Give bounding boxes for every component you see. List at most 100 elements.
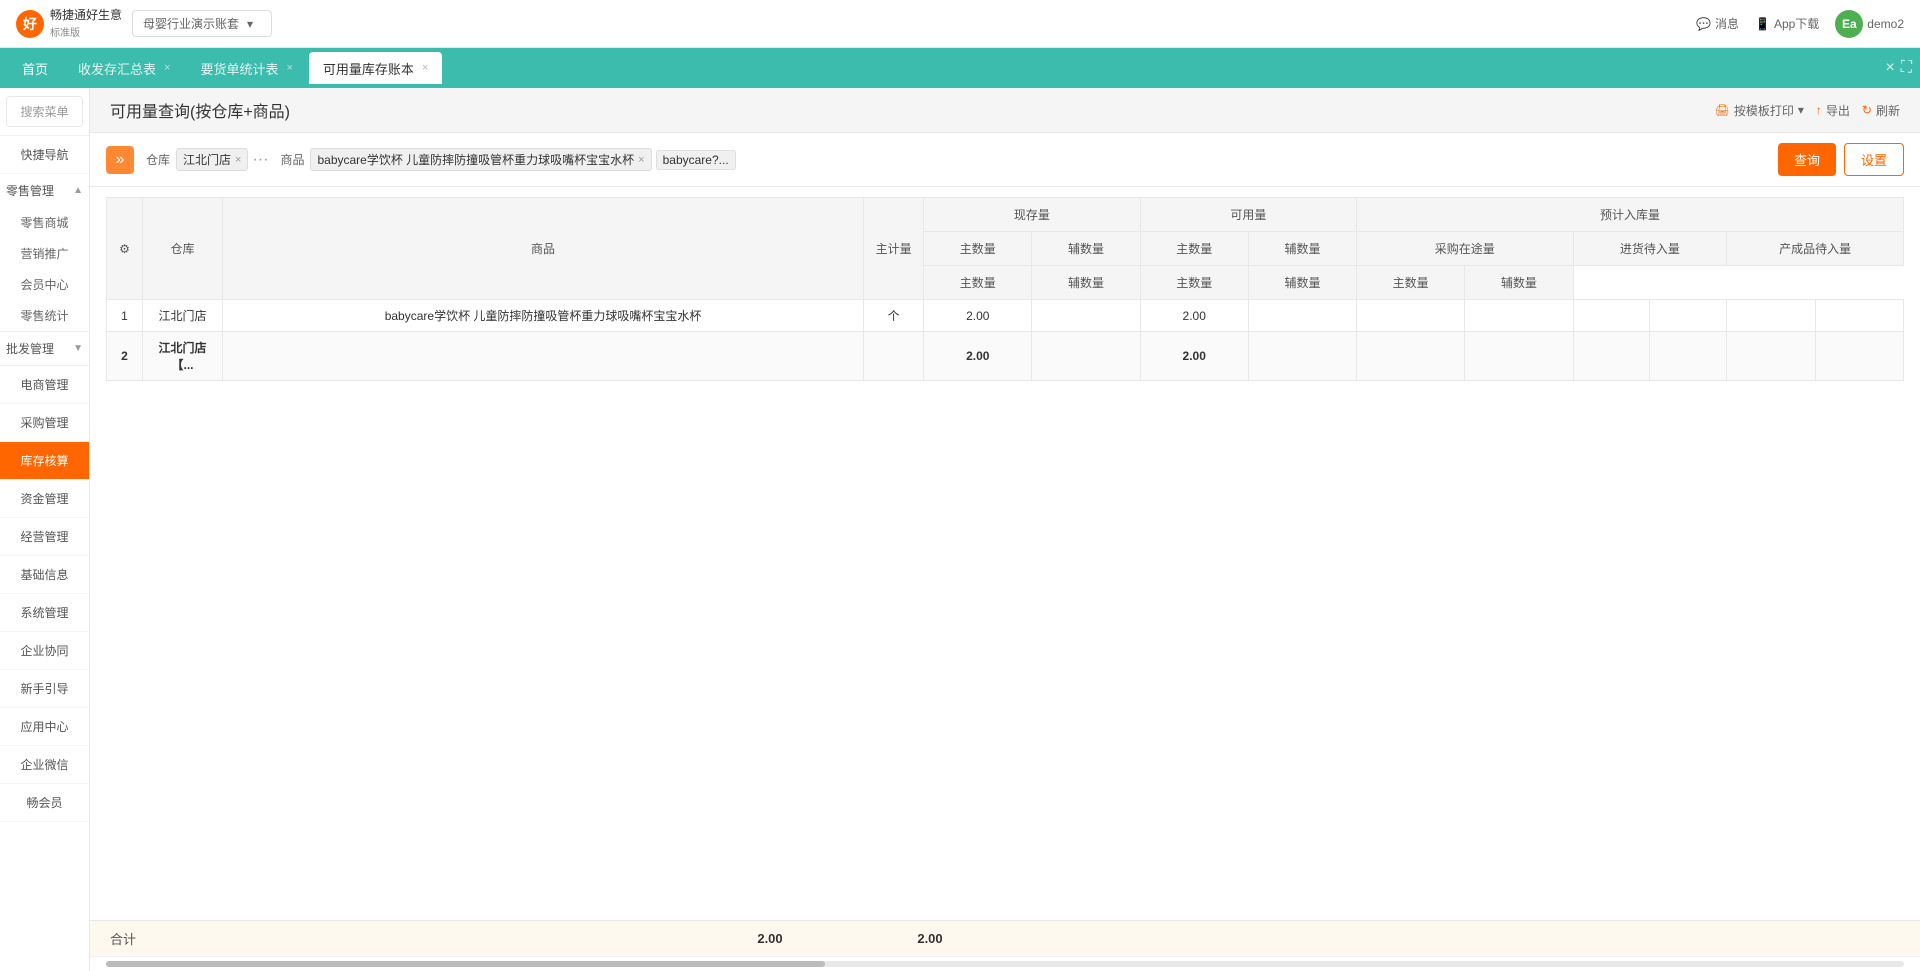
sidebar-retail-label: 零售管理	[6, 182, 54, 199]
sidebar-wholesale-arrow: ▼	[73, 343, 83, 354]
filter-expand-btn[interactable]: »	[106, 146, 134, 174]
refresh-icon: ↻	[1862, 103, 1872, 117]
sidebar-item-system[interactable]: 系统管理	[0, 594, 89, 632]
app-icon: 📱	[1755, 17, 1770, 31]
footer-avail-total: 2.00	[880, 931, 980, 946]
app-download-btn[interactable]: 📱 App下载	[1755, 15, 1819, 32]
print-btn[interactable]: 🖨 按模板打印 ▾	[1715, 102, 1804, 119]
user-area[interactable]: Ea demo2	[1835, 10, 1904, 38]
tab-yaohuo-label: 要货单统计表	[200, 59, 278, 78]
sidebar-item-operations[interactable]: 经营管理	[0, 518, 89, 556]
sidebar-item-purchase[interactable]: 采购管理	[0, 404, 89, 442]
th-product: 商品	[223, 198, 864, 300]
sidebar-section-wholesale[interactable]: 批发管理 ▼	[0, 332, 89, 365]
sidebar-item-members[interactable]: 会员中心	[0, 269, 89, 300]
sidebar-item-appcenter[interactable]: 应用中心	[0, 708, 89, 746]
sidebar-wholesale-label: 批发管理	[6, 340, 54, 357]
industry-selector[interactable]: 母婴行业演示账套 ▾	[132, 10, 272, 37]
sidebar-item-member-plus[interactable]: 畅会员	[0, 784, 89, 822]
print-icon: 🖨	[1715, 103, 1730, 117]
product-tags: babycare学饮杯 儿童防摔防撞吸管杯重力球吸嘴杯宝宝水杯 × babyca…	[310, 148, 735, 171]
query-button[interactable]: 查询	[1778, 143, 1836, 176]
tab-keyongliang[interactable]: 可用量库存账本 ×	[309, 52, 442, 84]
settings-button[interactable]: 设置	[1844, 143, 1904, 176]
footer-stock-total: 2.00	[720, 931, 820, 946]
tab-shoufacun[interactable]: 收发存汇总表 ×	[64, 52, 184, 84]
cell-purchase-main-2	[1357, 332, 1465, 381]
sidebar-item-finance[interactable]: 资金管理	[0, 480, 89, 518]
close-all-tabs-btn[interactable]: ×	[1885, 59, 1894, 77]
warehouse-more[interactable]: ···	[252, 151, 268, 169]
export-icon: ↑	[1816, 103, 1822, 117]
product-tag-1-text: babycare学饮杯 儿童防摔防撞吸管杯重力球吸嘴杯宝宝水杯	[317, 151, 634, 168]
th-warehouse: 仓库	[143, 198, 223, 300]
scroll-bar-area	[90, 956, 1920, 971]
th-inbound-pending: 进货待入量	[1573, 232, 1727, 266]
cell-avail-aux-1	[1248, 300, 1356, 332]
th-purchase-main: 主数量	[924, 266, 1032, 300]
sidebar: 搜索菜单 快捷导航 零售管理 ▲ 零售商城 营销推广 会员中心 零售统计 批发管…	[0, 88, 90, 971]
expand-btn[interactable]: ⛶	[1901, 59, 1912, 77]
product-tag-1[interactable]: babycare学饮杯 儿童防摔防撞吸管杯重力球吸嘴杯宝宝水杯 ×	[310, 148, 651, 171]
tab-home-label: 首页	[22, 59, 48, 78]
warehouse-filter-label: 仓库	[146, 151, 170, 168]
logo-text: 畅捷通好生意	[50, 8, 122, 24]
sidebar-section-retail[interactable]: 零售管理 ▲	[0, 174, 89, 207]
search-menu-btn[interactable]: 搜索菜单	[6, 96, 83, 127]
warehouse-tag-jiangbei[interactable]: 江北门店 ×	[176, 148, 248, 171]
product-filter-group: 商品 babycare学饮杯 儿童防摔防撞吸管杯重力球吸嘴杯宝宝水杯 × bab…	[280, 148, 735, 171]
cell-purchase-aux-2	[1465, 332, 1573, 381]
industry-label: 母婴行业演示账套	[143, 15, 239, 32]
tab-yaohuo[interactable]: 要货单统计表 ×	[186, 52, 306, 84]
cell-production-aux-2	[1815, 332, 1903, 381]
sidebar-item-newguide[interactable]: 新手引导	[0, 670, 89, 708]
sidebar-item-quick-nav[interactable]: 快捷导航	[0, 136, 89, 174]
cell-inbound-main-1	[1573, 300, 1650, 332]
scroll-thumb[interactable]	[106, 961, 825, 967]
cell-inbound-aux-2	[1650, 332, 1727, 381]
sidebar-item-marketing[interactable]: 营销推广	[0, 238, 89, 269]
export-btn[interactable]: ↑ 导出	[1816, 102, 1850, 119]
sidebar-item-enterprise[interactable]: 企业协同	[0, 632, 89, 670]
product-filter-label: 商品	[280, 151, 304, 168]
message-icon: 💬	[1696, 17, 1711, 31]
content-area: 可用量查询(按仓库+商品) 🖨 按模板打印 ▾ ↑ 导出 ↻ 刷新 »	[90, 88, 1920, 971]
product-tag-2[interactable]: babycare?...	[656, 150, 736, 170]
cell-index-1: 1	[107, 300, 143, 332]
th-stock-aux: 辅数量	[1032, 232, 1140, 266]
sidebar-item-retail-mall[interactable]: 零售商城	[0, 207, 89, 238]
cell-production-main-1	[1727, 300, 1815, 332]
th-production-aux: 辅数量	[1465, 266, 1573, 300]
sidebar-retail-arrow: ▲	[73, 185, 83, 196]
message-btn[interactable]: 💬 消息	[1696, 15, 1739, 32]
warehouse-tag-close[interactable]: ×	[235, 154, 241, 166]
th-production-main: 主数量	[1357, 266, 1465, 300]
refresh-btn[interactable]: ↻ 刷新	[1862, 102, 1900, 119]
page-header: 可用量查询(按仓库+商品) 🖨 按模板打印 ▾ ↑ 导出 ↻ 刷新	[90, 88, 1920, 133]
nav-tabs-right: × ⛶	[1885, 59, 1912, 77]
cell-avail-aux-2	[1248, 332, 1356, 381]
sidebar-item-inventory[interactable]: 库存核算	[0, 442, 89, 480]
sidebar-item-ecommerce[interactable]: 电商管理	[0, 366, 89, 404]
table-container: ⚙ 仓库 商品 主计量 现存量 可用量 预计入库量 主数量 辅数量 主数量 辅数…	[90, 187, 1920, 920]
footer-bar: 合计 2.00 2.00	[90, 920, 1920, 956]
warehouse-tag-text: 江北门店	[183, 151, 231, 168]
th-gear[interactable]: ⚙	[107, 198, 143, 300]
tab-shoufacun-close[interactable]: ×	[164, 62, 170, 74]
refresh-label: 刷新	[1876, 102, 1900, 119]
sidebar-item-basics[interactable]: 基础信息	[0, 556, 89, 594]
product-tag-1-close[interactable]: ×	[638, 154, 644, 166]
cell-product-2	[223, 332, 864, 381]
main-layout: 搜索菜单 快捷导航 零售管理 ▲ 零售商城 营销推广 会员中心 零售统计 批发管…	[0, 88, 1920, 971]
tab-shoufacun-label: 收发存汇总表	[78, 59, 156, 78]
scroll-track[interactable]	[106, 961, 1904, 967]
th-inbound-main: 主数量	[1140, 266, 1248, 300]
sidebar-item-wechat[interactable]: 企业微信	[0, 746, 89, 784]
sidebar-item-retail-stats[interactable]: 零售统计	[0, 300, 89, 331]
tab-yaohuo-close[interactable]: ×	[286, 62, 292, 74]
th-purchase-transit: 采购在途量	[1357, 232, 1573, 266]
tab-home[interactable]: 首页	[8, 52, 62, 84]
cell-production-main-2	[1727, 332, 1815, 381]
tab-keyongliang-close[interactable]: ×	[422, 62, 428, 74]
th-existing-stock: 现存量	[924, 198, 1140, 232]
